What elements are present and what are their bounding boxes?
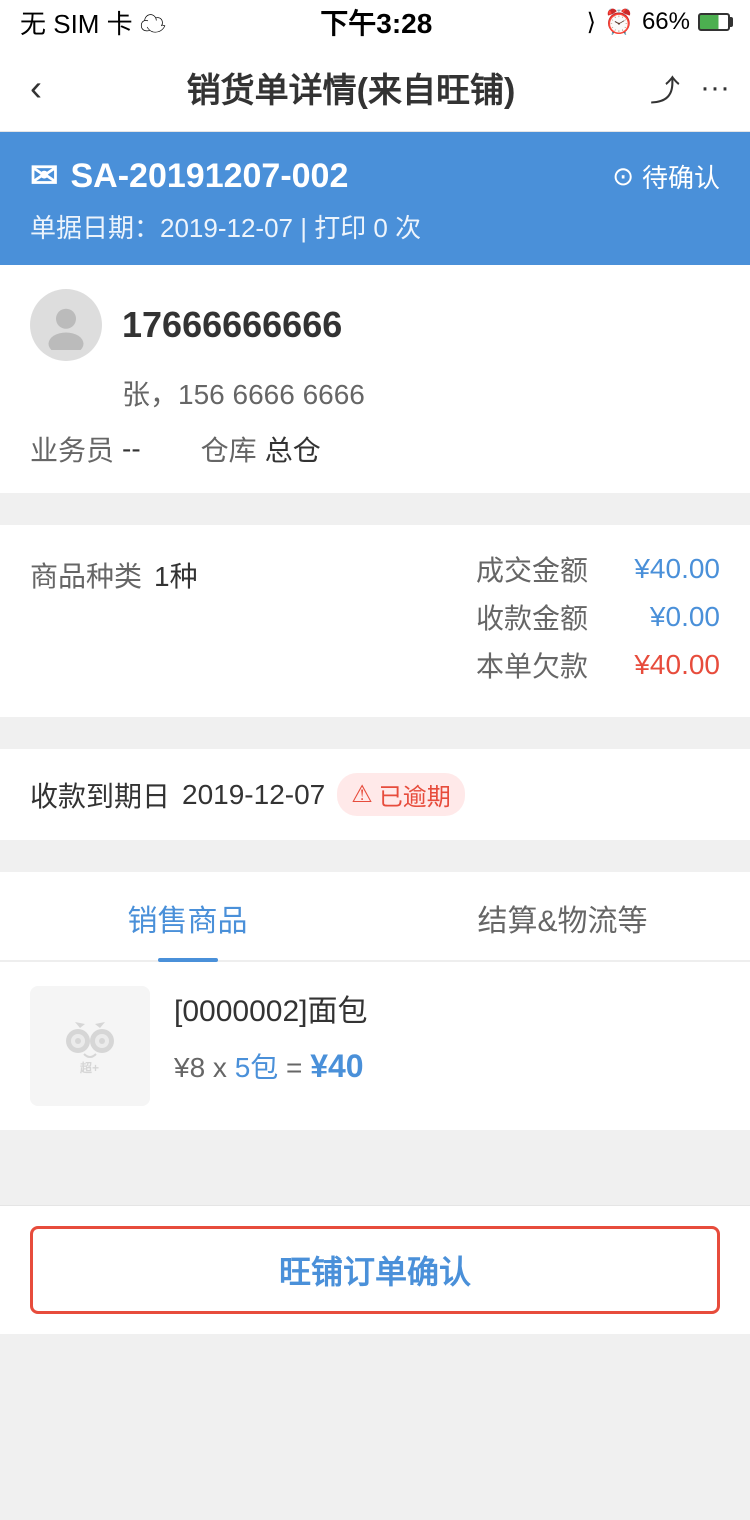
status-text: 待确认	[642, 158, 720, 195]
product-price-row: ¥8 x 5包 = ¥40	[174, 1046, 720, 1086]
due-date-value: 2019-12-07	[182, 779, 325, 811]
due-date-section: 收款到期日 2019-12-07 ⚠ 已逾期	[0, 749, 750, 840]
sales-rep-item: 业务员 --	[30, 429, 141, 469]
overdue-text: 已逾期	[379, 777, 451, 812]
tabs-container: 销售商品 结算&物流等	[0, 872, 750, 962]
overdue-badge: ⚠ 已逾期	[337, 773, 465, 816]
warehouse-label: 仓库	[201, 429, 257, 469]
confirm-button-label: 旺铺订单确认	[279, 1247, 471, 1293]
tab-sales-label: 销售商品	[128, 905, 248, 938]
amounts-right: 成交金额 ¥40.00 收款金额 ¥0.00 本单欠款 ¥40.00	[476, 549, 720, 693]
payment-amount-value: ¥0.00	[600, 601, 720, 633]
warehouse-item: 仓库 总仓	[201, 429, 321, 469]
order-id-text: SA-20191207-002	[71, 157, 349, 196]
status-time: 下午3:28	[320, 2, 432, 42]
order-icon: ✉	[30, 156, 59, 196]
tab-settlement-label: 结算&物流等	[477, 905, 647, 938]
product-info: [0000002]面包 ¥8 x 5包 = ¥40	[174, 986, 720, 1086]
order-status: ⊙ 待确认	[612, 158, 720, 195]
product-list: 超+ [0000002]面包 ¥8 x 5包 = ¥40	[0, 962, 750, 1130]
order-id: ✉ SA-20191207-002	[30, 156, 348, 196]
product-types-value: 1种	[154, 555, 198, 595]
svg-text:超+: 超+	[79, 1060, 99, 1075]
alarm-icon: ⏰	[604, 8, 634, 37]
customer-phone-display: 17666666666	[122, 304, 342, 346]
product-thumbnail: 超+	[30, 986, 150, 1106]
page-title: 销货单详情(来自旺铺)	[52, 63, 650, 112]
battery-icon	[698, 13, 730, 31]
payment-amount-line: 收款金额 ¥0.00	[476, 597, 720, 637]
deal-amount-value: ¥40.00	[600, 553, 720, 585]
product-total: ¥40	[310, 1048, 363, 1084]
customer-card: 17666666666 张，156 6666 6666 业务员 -- 仓库 总仓	[0, 265, 750, 493]
divider-3	[0, 856, 750, 872]
overdue-warning-icon: ⚠	[351, 780, 373, 809]
back-button[interactable]: ‹	[20, 57, 52, 119]
product-item: 超+ [0000002]面包 ¥8 x 5包 = ¥40	[30, 986, 720, 1106]
amounts-row: 商品种类 1种 成交金额 ¥40.00 收款金额 ¥0.00 本单欠款 ¥40.…	[30, 549, 720, 693]
tabs: 销售商品 结算&物流等	[0, 872, 750, 962]
location-icon: ⟩	[587, 8, 596, 37]
customer-top: 17666666666	[30, 289, 720, 361]
battery-text: 66%	[642, 8, 690, 36]
status-clock-icon: ⊙	[612, 161, 634, 192]
bottom-bar: 旺铺订单确认	[0, 1205, 750, 1334]
sales-rep-value: --	[122, 433, 141, 465]
avatar	[30, 289, 102, 361]
owed-amount-line: 本单欠款 ¥40.00	[476, 645, 720, 685]
status-bar: 无 SIM 卡 ☁ 下午3:28 ⟩ ⏰ 66%	[0, 0, 750, 44]
product-types: 商品种类 1种	[30, 549, 198, 595]
owed-amount-value: ¥40.00	[600, 649, 720, 681]
owed-amount-label: 本单欠款	[476, 645, 588, 685]
share-icon[interactable]: ⤴	[650, 66, 680, 110]
divider-2	[0, 733, 750, 749]
bottom-spacer	[0, 1390, 750, 1520]
divider-1	[0, 509, 750, 525]
product-price: ¥8 x	[174, 1052, 235, 1083]
order-header: ✉ SA-20191207-002 ⊙ 待确认 单据日期：2019-12-07 …	[0, 132, 750, 265]
nav-bar: ‹ 销货单详情(来自旺铺) ⤴ ···	[0, 44, 750, 132]
tab-settlement[interactable]: 结算&物流等	[375, 872, 750, 960]
sim-status: 无 SIM 卡 ☁	[20, 4, 166, 41]
due-date-label: 收款到期日	[30, 775, 170, 815]
nav-actions: ⤴ ···	[650, 66, 730, 110]
status-right: ⟩ ⏰ 66%	[587, 8, 730, 37]
sales-rep-label: 业务员	[30, 429, 114, 469]
confirm-order-button[interactable]: 旺铺订单确认	[30, 1226, 720, 1314]
payment-amount-label: 收款金额	[476, 597, 588, 637]
deal-amount-label: 成交金额	[476, 549, 588, 589]
more-icon[interactable]: ···	[700, 71, 730, 105]
warehouse-value: 总仓	[265, 429, 321, 469]
product-name: [0000002]面包	[174, 986, 720, 1030]
product-equals: =	[278, 1052, 310, 1083]
status-left: 无 SIM 卡 ☁	[20, 4, 166, 41]
product-types-label: 商品种类	[30, 555, 142, 595]
customer-name-phone: 张，156 6666 6666	[30, 373, 720, 413]
order-meta: 单据日期：2019-12-07 | 打印 0 次	[30, 208, 720, 245]
product-qty: 5包	[235, 1052, 279, 1083]
amounts-section: 商品种类 1种 成交金额 ¥40.00 收款金额 ¥0.00 本单欠款 ¥40.…	[0, 525, 750, 717]
customer-meta: 业务员 -- 仓库 总仓	[30, 429, 720, 469]
deal-amount-line: 成交金额 ¥40.00	[476, 549, 720, 589]
tab-sales-products[interactable]: 销售商品	[0, 872, 375, 960]
